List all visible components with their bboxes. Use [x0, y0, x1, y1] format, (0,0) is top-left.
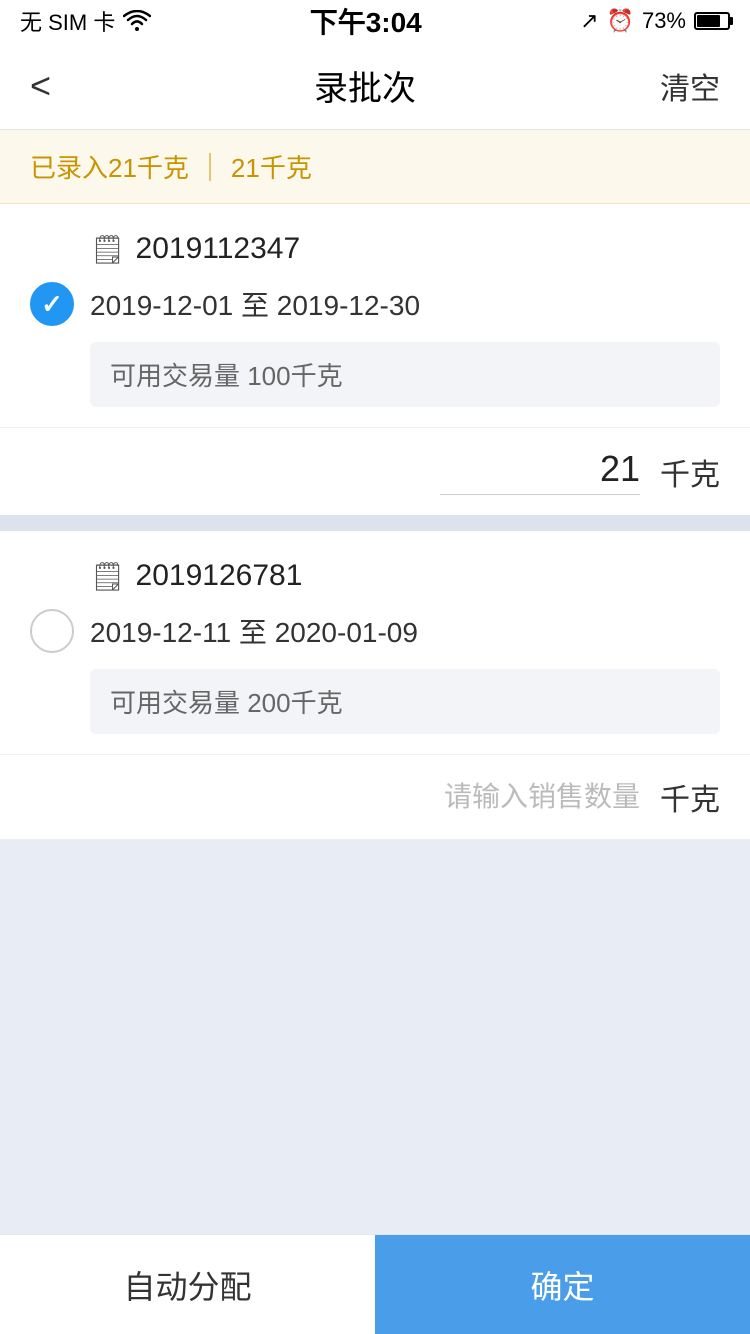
batch-1-date-row[interactable]: 2019-12-01 至 2019-12-30 — [30, 282, 720, 326]
big-separator-1 — [0, 515, 750, 531]
wifi-icon — [123, 10, 151, 32]
recorded-value: 21千克 — [231, 148, 312, 185]
batch-1-id: 2019112347 — [136, 232, 301, 266]
batch-1-date: 2019-12-01 至 2019-12-30 — [90, 284, 420, 324]
batch-2-id: 2019126781 — [136, 559, 303, 593]
batch-card-1-inner: 🗒 2019112347 2019-12-01 至 2019-12-30 可用交… — [0, 204, 750, 427]
batch-card-2-inner: 🗒 2019126781 2019-12-11 至 2020-01-09 可用交… — [0, 531, 750, 754]
batch-2-date: 2019-12-11 至 2020-01-09 — [90, 611, 418, 651]
back-button[interactable]: < — [30, 65, 90, 107]
banner-divider — [209, 153, 211, 181]
batch-2-radio[interactable] — [30, 609, 74, 653]
battery-icon — [694, 12, 730, 30]
batch-2-amount-row: 千克 — [0, 754, 750, 839]
batch-2-unit: 千克 — [660, 775, 720, 819]
battery-percent: 73% — [642, 8, 686, 34]
batch-2-date-row[interactable]: 2019-12-11 至 2020-01-09 — [30, 609, 720, 653]
batch-card-1: 🗒 2019112347 2019-12-01 至 2019-12-30 可用交… — [0, 204, 750, 515]
batch-1-amount-row: 千克 — [0, 427, 750, 515]
carrier-label: 无 SIM 卡 — [20, 5, 115, 37]
auto-distribute-button[interactable]: 自动分配 — [0, 1235, 375, 1334]
batch-1-input-wrapper[interactable] — [440, 448, 640, 495]
batch-1-unit: 千克 — [660, 450, 720, 494]
status-left: 无 SIM 卡 — [20, 5, 151, 37]
batch-2-id-row: 🗒 2019126781 — [30, 559, 720, 593]
content-area: 🗒 2019112347 2019-12-01 至 2019-12-30 可用交… — [0, 204, 750, 1308]
batch-2-available: 可用交易量 200千克 — [90, 669, 720, 734]
time-display: 下午3:04 — [310, 1, 422, 41]
batch-1-id-row: 🗒 2019112347 — [30, 232, 720, 266]
status-banner: 已录入21千克 21千克 — [0, 130, 750, 204]
batch-2-icon: 🗒 — [90, 560, 126, 593]
batch-1-amount-input[interactable] — [440, 448, 640, 495]
batch-1-icon: 🗒 — [90, 233, 126, 266]
location-icon: ↗ — [580, 8, 598, 34]
batch-card-2: 🗒 2019126781 2019-12-11 至 2020-01-09 可用交… — [0, 531, 750, 839]
confirm-button[interactable]: 确定 — [375, 1235, 750, 1334]
alarm-icon: ⏰ — [607, 8, 634, 34]
clear-button[interactable]: 清空 — [640, 64, 720, 108]
page-title: 录批次 — [90, 61, 640, 110]
nav-bar: < 录批次 清空 — [0, 42, 750, 130]
recorded-label: 已录入21千克 — [30, 148, 189, 185]
status-bar: 无 SIM 卡 下午3:04 ↗ ⏰ 73% — [0, 0, 750, 42]
batch-2-amount-input[interactable] — [30, 781, 640, 813]
bottom-bar: 自动分配 确定 — [0, 1234, 750, 1334]
status-right: ↗ ⏰ 73% — [580, 8, 730, 34]
batch-1-radio[interactable] — [30, 282, 74, 326]
batch-1-available: 可用交易量 100千克 — [90, 342, 720, 407]
